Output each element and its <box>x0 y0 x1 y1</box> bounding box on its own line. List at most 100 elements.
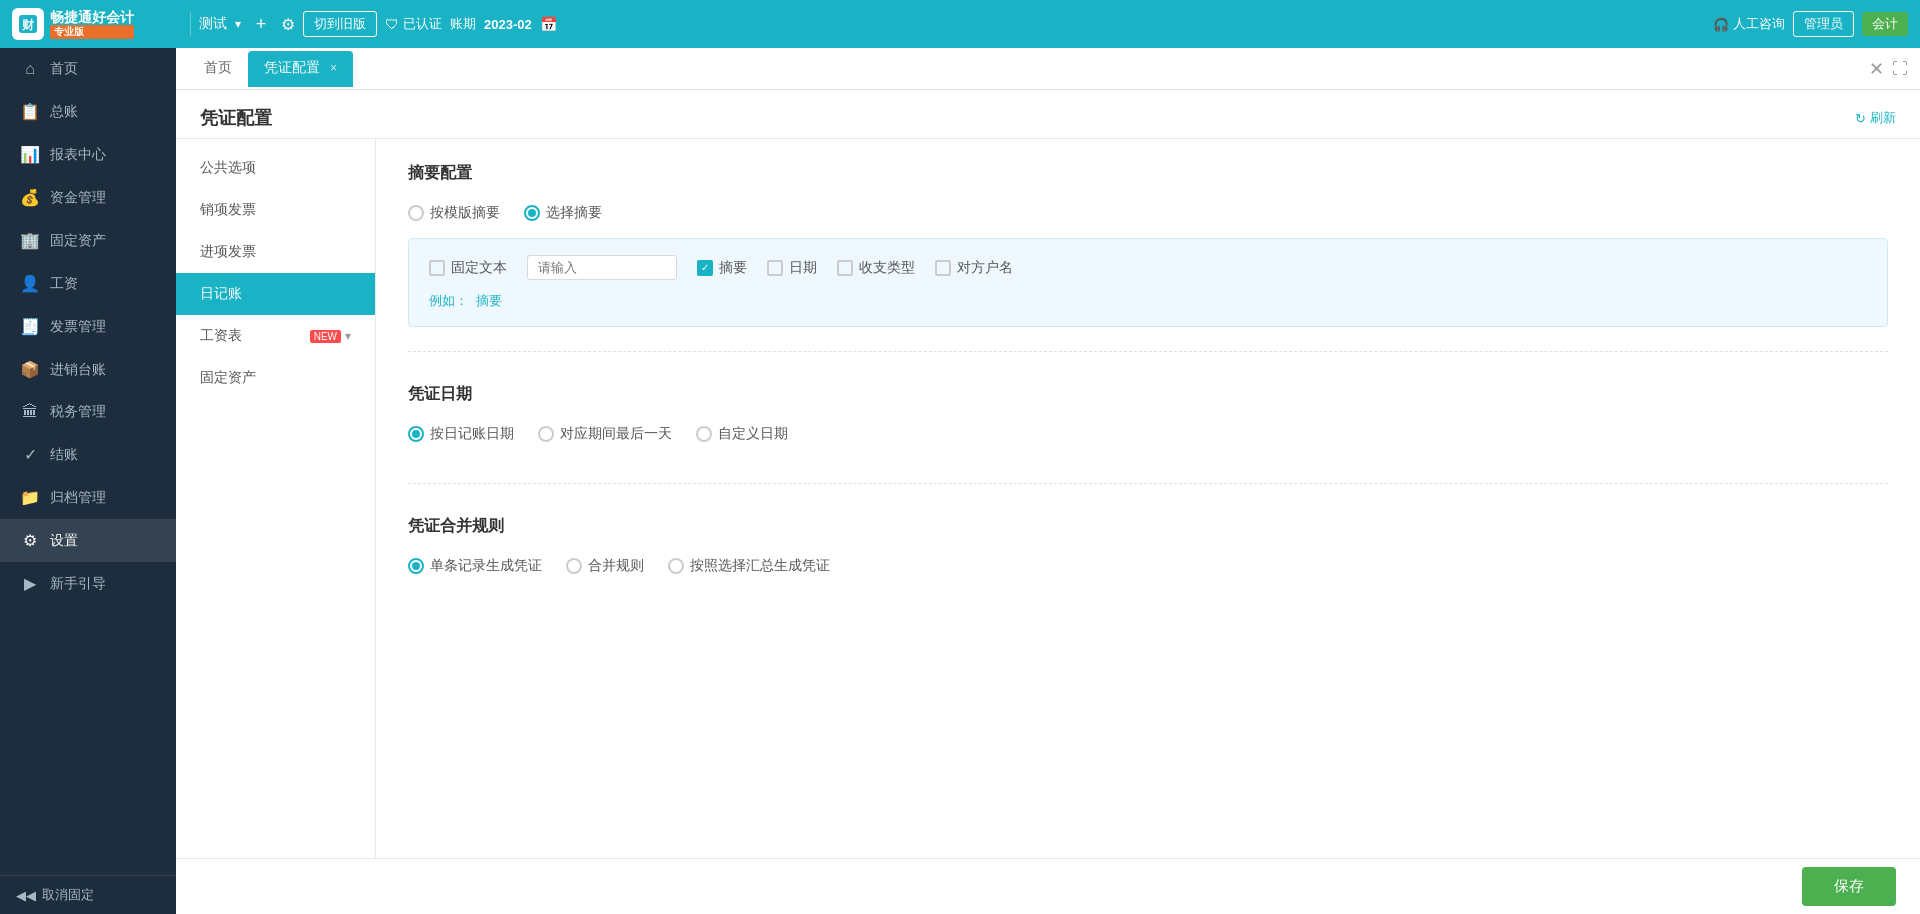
merge-section: 凭证合并规则 单条记录生成凭证 合并规则 <box>408 516 1888 615</box>
custom-date-radio[interactable] <box>696 426 712 442</box>
funds-icon: 💰 <box>20 188 40 207</box>
page-header: 凭证配置 ↻ 刷新 <box>176 90 1920 139</box>
nav-purchase[interactable]: 进项发票 <box>176 231 375 273</box>
inner-layout: 公共选项 销项发票 进项发票 日记账 工资表 <box>176 139 1920 858</box>
home-icon: ⌂ <box>20 60 40 78</box>
settings-icon[interactable]: ⚙ <box>281 15 295 34</box>
date-checkbox[interactable]: 日期 <box>767 259 817 277</box>
single-radio[interactable] <box>408 558 424 574</box>
sidebar-item-home[interactable]: ⌂ 首页 <box>0 48 176 90</box>
merge-rule-radio[interactable] <box>566 558 582 574</box>
assets-icon: 🏢 <box>20 231 40 250</box>
nav-payroll-row: 工资表 NEW ▾ <box>200 327 351 345</box>
nav-assets[interactable]: 固定资产 <box>176 357 375 399</box>
guide-icon: ▶ <box>20 574 40 593</box>
period-last-option[interactable]: 对应期间最后一天 <box>538 425 672 443</box>
tabbar-actions: ✕ ⛶ <box>1869 58 1908 80</box>
summary-options-box: 固定文本 ✓ 摘要 日期 <box>408 238 1888 327</box>
fixed-text-checkbox[interactable]: 固定文本 <box>429 259 507 277</box>
divider <box>190 12 191 36</box>
sidebar-item-funds[interactable]: 💰 资金管理 <box>0 176 176 219</box>
summary-select-option[interactable]: 选择摘要 <box>524 204 602 222</box>
purchases-icon: 📦 <box>20 360 40 379</box>
summary-checkbox[interactable]: ✓ 摘要 <box>697 259 747 277</box>
summary-title: 摘要配置 <box>408 163 1888 184</box>
right-content: 摘要配置 按模版摘要 选择摘要 <box>376 139 1920 858</box>
sidebar-item-settings[interactable]: ⚙ 设置 <box>0 519 176 562</box>
cashtype-check[interactable] <box>837 260 853 276</box>
refresh-btn[interactable]: ↻ 刷新 <box>1855 109 1896 127</box>
date-check[interactable] <box>767 260 783 276</box>
nav-payroll[interactable]: 工资表 NEW ▾ <box>176 315 375 357</box>
custom-date-option[interactable]: 自定义日期 <box>696 425 788 443</box>
archive-icon: 📁 <box>20 488 40 507</box>
page-title: 凭证配置 <box>200 106 272 130</box>
refresh-icon: ↻ <box>1855 111 1866 126</box>
nav-public[interactable]: 公共选项 <box>176 147 375 189</box>
single-option[interactable]: 单条记录生成凭证 <box>408 557 542 575</box>
switch-old-btn[interactable]: 切到旧版 <box>303 11 377 37</box>
period-last-radio[interactable] <box>538 426 554 442</box>
counterparty-checkbox[interactable]: 对方户名 <box>935 259 1013 277</box>
nav-sales[interactable]: 销项发票 <box>176 189 375 231</box>
new-badge: NEW <box>310 330 341 343</box>
invoices-icon: 🧾 <box>20 317 40 336</box>
fixed-text-check[interactable] <box>429 260 445 276</box>
topbar: 财 畅捷通好会计 专业版 测试 ▾ + ⚙ 切到旧版 🛡 已认证 账期 2023… <box>0 0 1920 48</box>
logo-text: 畅捷通好会计 专业版 <box>50 9 134 40</box>
summary-check[interactable]: ✓ <box>697 260 713 276</box>
sidebar-item-closing[interactable]: ✓ 结账 <box>0 433 176 476</box>
summary-section: 摘要配置 按模版摘要 选择摘要 <box>408 163 1888 352</box>
journal-date-option[interactable]: 按日记账日期 <box>408 425 514 443</box>
closing-icon: ✓ <box>20 445 40 464</box>
main-layout: ⌂ 首页 📋 总账 📊 报表中心 💰 资金管理 🏢 固定资产 👤 工资 <box>0 48 1920 914</box>
date-section: 凭证日期 按日记账日期 对应期间最后一天 <box>408 384 1888 484</box>
sidebar: ⌂ 首页 📋 总账 📊 报表中心 💰 资金管理 🏢 固定资产 👤 工资 <box>0 48 176 914</box>
sidebar-item-guide[interactable]: ▶ 新手引导 <box>0 562 176 605</box>
sidebar-item-tax[interactable]: 🏛 税务管理 <box>0 391 176 433</box>
select-all-radio[interactable] <box>668 558 684 574</box>
counterparty-check[interactable] <box>935 260 951 276</box>
sidebar-item-assets[interactable]: 🏢 固定资产 <box>0 219 176 262</box>
svg-text:财: 财 <box>21 18 35 32</box>
nav-journal[interactable]: 日记账 <box>176 273 375 315</box>
save-button[interactable]: 保存 <box>1802 867 1896 906</box>
chevron-down-icon: ▾ <box>345 329 351 343</box>
select-all-option[interactable]: 按照选择汇总生成凭证 <box>668 557 830 575</box>
summary-select-radio[interactable] <box>524 205 540 221</box>
tabbar: 首页 凭证配置 × ✕ ⛶ <box>176 48 1920 90</box>
sidebar-item-payroll[interactable]: 👤 工资 <box>0 262 176 305</box>
company-dropdown[interactable]: ▾ <box>235 17 241 31</box>
window-close-btn[interactable]: ✕ <box>1869 58 1884 80</box>
calendar-icon[interactable]: 📅 <box>540 16 557 32</box>
tab-voucher-config[interactable]: 凭证配置 × <box>248 51 353 87</box>
fixed-text-input[interactable] <box>527 255 677 280</box>
date-title: 凭证日期 <box>408 384 1888 405</box>
pin-icon: ◀◀ <box>16 888 36 903</box>
reports-icon: 📊 <box>20 145 40 164</box>
sidebar-item-archive[interactable]: 📁 归档管理 <box>0 476 176 519</box>
cashtype-checkbox[interactable]: 收支类型 <box>837 259 915 277</box>
summary-template-option[interactable]: 按模版摘要 <box>408 204 500 222</box>
sidebar-scroll: ⌂ 首页 📋 总账 📊 报表中心 💰 资金管理 🏢 固定资产 👤 工资 <box>0 48 176 843</box>
tab-close-icon[interactable]: × <box>330 61 337 75</box>
merge-rule-option[interactable]: 合并规则 <box>566 557 644 575</box>
consult-btn[interactable]: 🎧 人工咨询 <box>1713 15 1785 33</box>
summary-template-radio[interactable] <box>408 205 424 221</box>
journal-date-radio[interactable] <box>408 426 424 442</box>
tab-home[interactable]: 首页 <box>188 51 248 87</box>
add-button[interactable]: + <box>249 14 273 35</box>
cancel-fixed-btn[interactable]: ◀◀ 取消固定 <box>0 875 176 914</box>
manager-btn[interactable]: 管理员 <box>1793 11 1854 37</box>
period-label: 账期 <box>450 15 476 33</box>
bottom-bar: 保存 <box>176 858 1920 914</box>
sidebar-item-ledger[interactable]: 📋 总账 <box>0 90 176 133</box>
page-content: 凭证配置 ↻ 刷新 公共选项 销项发票 进项发票 <box>176 90 1920 858</box>
merge-radio-group: 单条记录生成凭证 合并规则 按照选择汇总生成凭证 <box>408 557 1888 575</box>
content-area: 首页 凭证配置 × ✕ ⛶ 凭证配置 ↻ 刷新 <box>176 48 1920 914</box>
sidebar-item-reports[interactable]: 📊 报表中心 <box>0 133 176 176</box>
sidebar-item-invoices[interactable]: 🧾 发票管理 <box>0 305 176 348</box>
sidebar-item-purchases[interactable]: 📦 进销台账 <box>0 348 176 391</box>
accountant-btn[interactable]: 会计 <box>1862 12 1908 36</box>
window-expand-btn[interactable]: ⛶ <box>1892 60 1908 78</box>
